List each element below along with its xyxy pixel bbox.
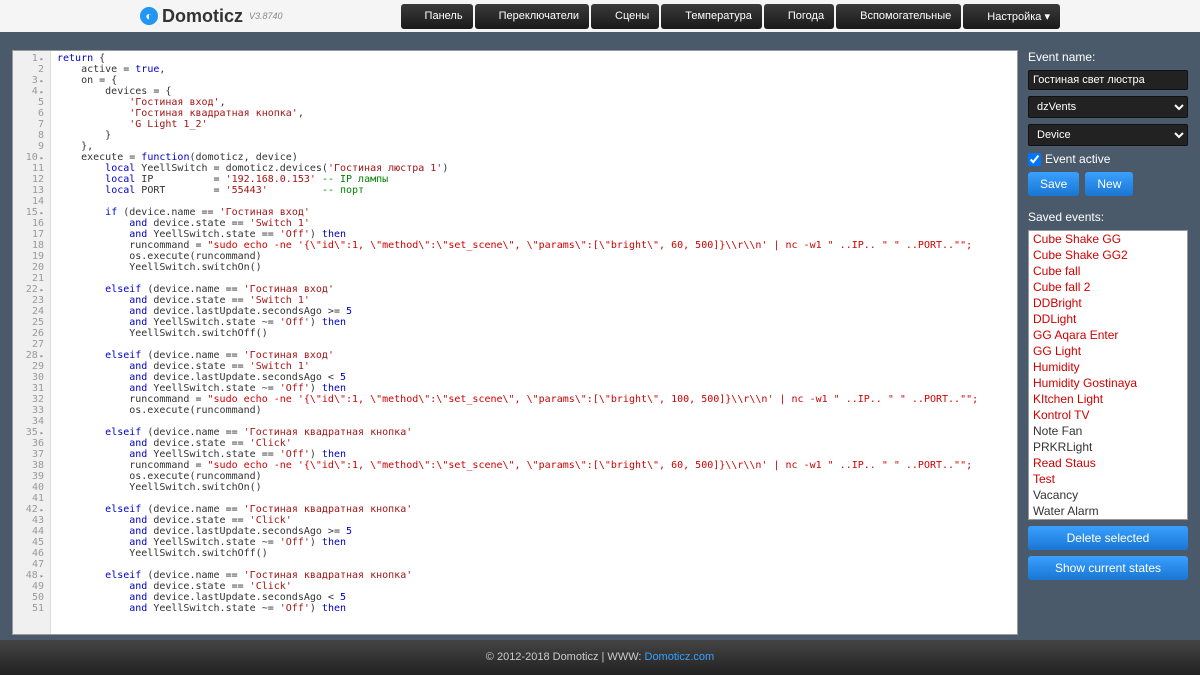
code-editor[interactable]: 1234567891011121314151617181920212223242…	[12, 50, 1018, 635]
event-sidebar: Event name: dzVents Device Event active …	[1028, 50, 1188, 635]
thermo-icon	[671, 11, 681, 21]
saved-events-list[interactable]: Cube Shake GGCube Shake GG2Cube fallCube…	[1028, 230, 1188, 520]
active-checkbox-input[interactable]	[1028, 153, 1041, 166]
new-button[interactable]: New	[1085, 172, 1133, 196]
logo-icon: ◐	[140, 7, 158, 25]
nav-utility[interactable]: Вспомогательные	[836, 4, 961, 29]
dashboard-icon	[411, 11, 421, 21]
footer-link[interactable]: Domoticz.com	[645, 651, 715, 663]
saved-event-item[interactable]: Humidity	[1029, 359, 1187, 375]
active-label: Event active	[1045, 152, 1110, 166]
saved-event-item[interactable]: Cube fall 2	[1029, 279, 1187, 295]
saved-event-item[interactable]: Vacancy	[1029, 487, 1187, 503]
main-nav: ПанельПереключателиСценыТемператураПогод…	[401, 4, 1060, 29]
logo[interactable]: ◐ Domoticz V3.8740	[140, 6, 283, 27]
main-area: 1234567891011121314151617181920212223242…	[0, 32, 1200, 640]
saved-event-item[interactable]: Cube Shake GG	[1029, 231, 1187, 247]
event-name-label: Event name:	[1028, 50, 1188, 64]
event-active-checkbox[interactable]: Event active	[1028, 152, 1188, 166]
nav-scenes[interactable]: Сцены	[591, 4, 659, 29]
show-states-button[interactable]: Show current states	[1028, 556, 1188, 580]
trigger-select[interactable]: Device	[1028, 124, 1188, 146]
saved-events-label: Saved events:	[1028, 210, 1188, 224]
saved-event-item[interactable]: Read Staus	[1029, 455, 1187, 471]
saved-event-item[interactable]: KItchen Light	[1029, 391, 1187, 407]
nav-bulb[interactable]: Переключатели	[475, 4, 589, 29]
logo-text: Domoticz	[162, 6, 243, 27]
interpreter-select[interactable]: dzVents	[1028, 96, 1188, 118]
nav-weather[interactable]: Погода	[764, 4, 834, 29]
bulb-icon	[485, 11, 495, 21]
scenes-icon	[601, 11, 611, 21]
save-button[interactable]: Save	[1028, 172, 1079, 196]
saved-event-item[interactable]: GG Light	[1029, 343, 1187, 359]
line-gutter[interactable]: 1234567891011121314151617181920212223242…	[13, 51, 51, 634]
gear-icon	[973, 11, 983, 21]
nav-thermo[interactable]: Температура	[661, 4, 762, 29]
saved-event-item[interactable]: Гостиная свет	[1029, 519, 1187, 520]
saved-event-item[interactable]: DDBright	[1029, 295, 1187, 311]
saved-event-item[interactable]: Cube fall	[1029, 263, 1187, 279]
event-name-input[interactable]	[1028, 70, 1188, 90]
nav-dashboard[interactable]: Панель	[401, 4, 473, 29]
version-text: V3.8740	[249, 11, 283, 21]
saved-event-item[interactable]: Cube Shake GG2	[1029, 247, 1187, 263]
weather-icon	[774, 11, 784, 21]
nav-gear[interactable]: Настройка ▾	[963, 4, 1060, 29]
saved-event-item[interactable]: PRKRLight	[1029, 439, 1187, 455]
saved-event-item[interactable]: Test	[1029, 471, 1187, 487]
utility-icon	[846, 11, 856, 21]
saved-event-item[interactable]: Humidity Gostinaya	[1029, 375, 1187, 391]
footer: © 2012-2018 Domoticz | WWW: Domoticz.com	[0, 640, 1200, 675]
saved-event-item[interactable]: DDLight	[1029, 311, 1187, 327]
saved-event-item[interactable]: Kontrol TV	[1029, 407, 1187, 423]
code-area[interactable]: return { active = true, on = { devices =…	[51, 51, 1017, 634]
footer-copyright: © 2012-2018 Domoticz | WWW:	[486, 651, 645, 663]
saved-event-item[interactable]: GG Aqara Enter	[1029, 327, 1187, 343]
saved-event-item[interactable]: Note Fan	[1029, 423, 1187, 439]
delete-selected-button[interactable]: Delete selected	[1028, 526, 1188, 550]
saved-event-item[interactable]: Water Alarm	[1029, 503, 1187, 519]
header-bar: ◐ Domoticz V3.8740 ПанельПереключателиСц…	[0, 0, 1200, 32]
